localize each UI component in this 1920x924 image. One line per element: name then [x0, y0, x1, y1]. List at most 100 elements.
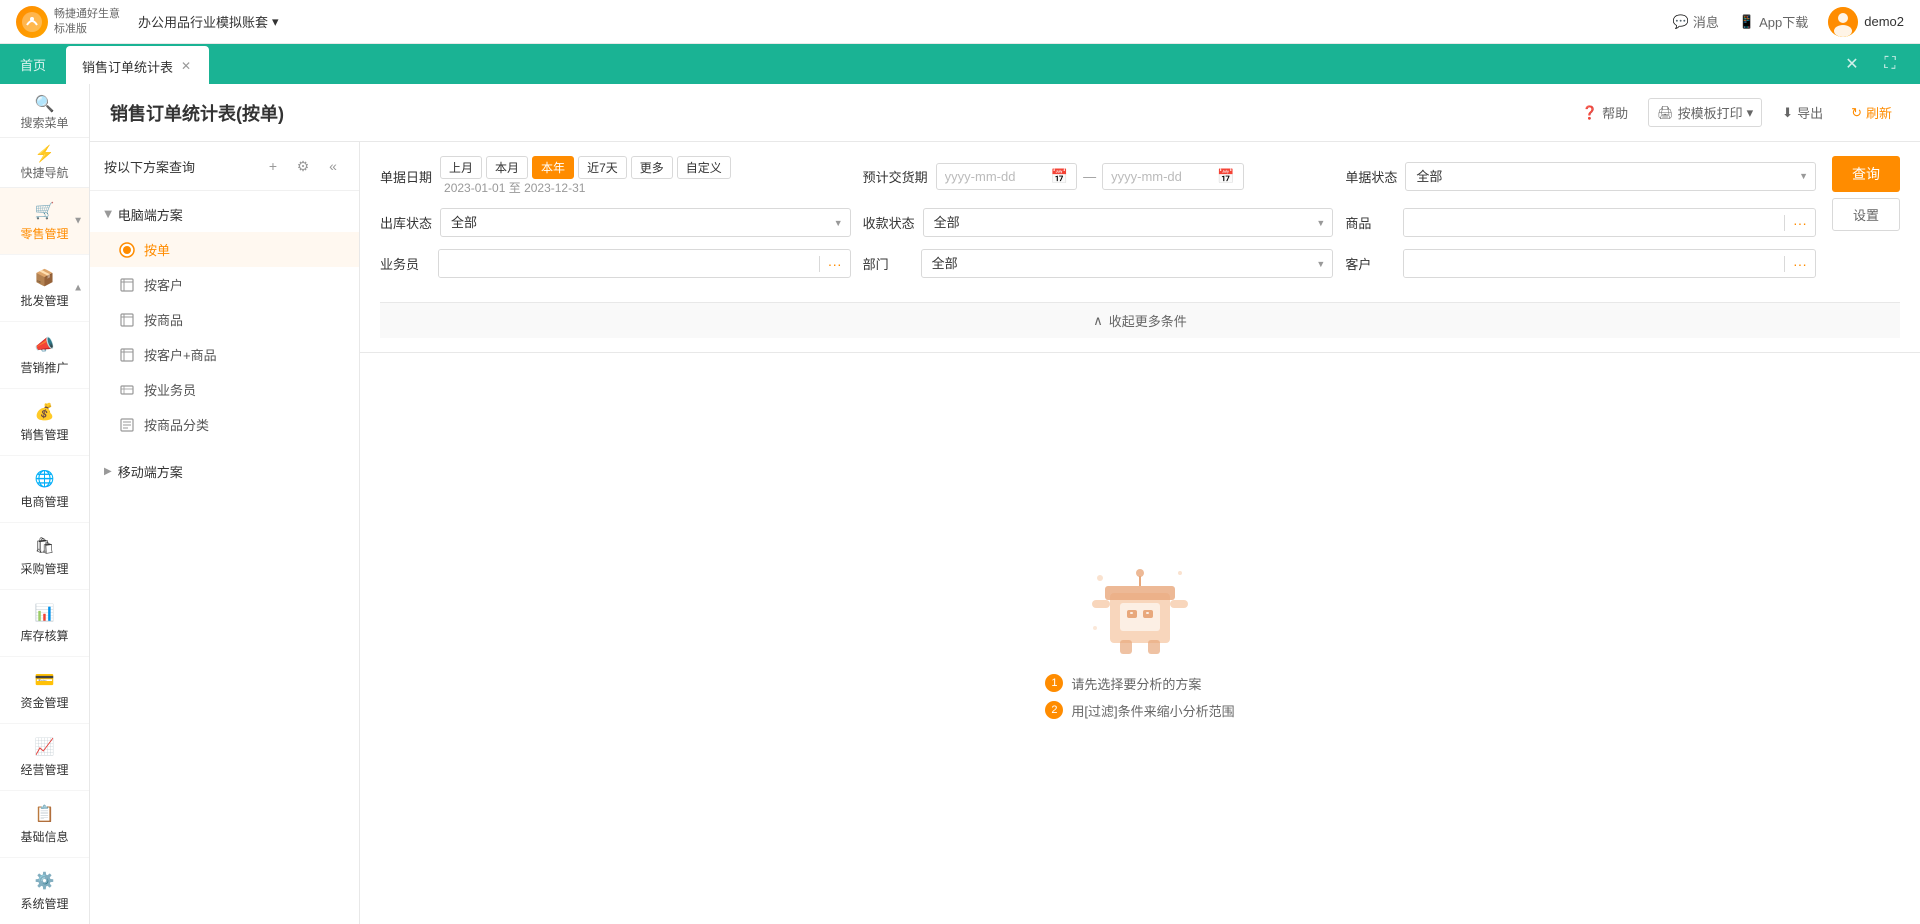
scheme-collapse-btn[interactable]: «: [321, 154, 345, 178]
template-print-btn[interactable]: 🖨 按模板打印 ▾: [1648, 98, 1762, 127]
sidebar-item-operations[interactable]: 📈 经营管理: [0, 724, 89, 791]
retail-arrow: ▼: [73, 216, 83, 227]
dept-control: 全部: [921, 249, 1334, 278]
wholesale-arrow: ▲: [73, 283, 83, 294]
filter-buttons: 查询 设置: [1832, 156, 1900, 231]
filter-row-1: 单据日期 上月 本月 本年 近7天 更多 自定义: [380, 156, 1816, 196]
sidebar-item-marketing[interactable]: 📣 营销推广: [0, 322, 89, 389]
empty-illustration: [1080, 558, 1200, 658]
tab-home[interactable]: 首页: [0, 44, 66, 84]
filter-date-group: 单据日期 上月 本月 本年 近7天 更多 自定义: [380, 156, 851, 196]
tab-maximize-btn[interactable]: ⛶: [1876, 50, 1904, 78]
sidebar-item-inventory[interactable]: 📊 库存核算: [0, 590, 89, 657]
scheme-item-by-order[interactable]: 按单: [90, 232, 359, 267]
date-btn-more[interactable]: 更多: [631, 156, 673, 179]
message-icon: 💬: [1673, 14, 1689, 30]
sidebar-quicknav[interactable]: ⚡ 快捷导航: [0, 138, 89, 188]
customer-label: 客户: [1345, 254, 1395, 273]
calendar-from-icon[interactable]: 📅: [1051, 168, 1068, 185]
status-select-wrapper: 全部 草稿 已审核 已完成: [1405, 162, 1816, 191]
scheme-group-pc: ▶ 电脑端方案 按单: [90, 191, 359, 448]
customer-input[interactable]: [1404, 250, 1784, 277]
export-btn[interactable]: ⬇ 导出: [1774, 99, 1831, 126]
sidebar-item-basic[interactable]: 📋 基础信息: [0, 791, 89, 858]
app-name-dropdown[interactable]: 办公用品行业模拟账套 ▾: [130, 8, 287, 35]
sidebar-item-ecommerce[interactable]: 🌐 电商管理: [0, 456, 89, 523]
product-input[interactable]: [1404, 209, 1784, 236]
inventory-icon: 📊: [34, 602, 56, 624]
wholesale-icon: 📦: [34, 267, 56, 289]
logo-area: 畅捷通好生意 标准版: [16, 6, 120, 38]
salesperson-input[interactable]: [439, 250, 819, 277]
receipt-select[interactable]: 全部: [923, 208, 1334, 237]
finance-icon: 💳: [34, 669, 56, 691]
refresh-btn[interactable]: ↻ 刷新: [1843, 99, 1900, 126]
filter-area: 单据日期 上月 本月 本年 近7天 更多 自定义: [360, 142, 1920, 353]
sidebar-item-retail[interactable]: 🛒 零售管理 ▼: [0, 188, 89, 255]
scheme-group-mobile-arrow: ▶: [104, 466, 112, 477]
product-more-btn[interactable]: ···: [1784, 215, 1815, 231]
help-icon: ❓: [1582, 105, 1598, 121]
message-action[interactable]: 💬 消息: [1673, 12, 1719, 31]
sidebar-item-sales[interactable]: 💰 销售管理: [0, 389, 89, 456]
customer-more-btn[interactable]: ···: [1784, 256, 1815, 272]
sidebar-item-wholesale[interactable]: 📦 批发管理 ▲: [0, 255, 89, 322]
tip-number-2: 2: [1045, 701, 1063, 719]
date-separator: —: [1083, 169, 1096, 184]
date-btn-last-month[interactable]: 上月: [440, 156, 482, 179]
empty-state: 1 请先选择要分析的方案 2 用[过滤]条件来缩小分析范围: [1045, 558, 1234, 720]
receipt-label: 收款状态: [863, 213, 915, 232]
date-btn-this-month[interactable]: 本月: [486, 156, 528, 179]
status-select[interactable]: 全部 草稿 已审核 已完成: [1405, 162, 1816, 191]
category-icon: [118, 416, 136, 434]
salesperson-more-btn[interactable]: ···: [819, 256, 850, 272]
settings-button[interactable]: 设置: [1832, 198, 1900, 231]
customer-control: ···: [1403, 249, 1816, 278]
tab-current[interactable]: 销售订单统计表 ✕: [66, 46, 209, 86]
scheme-settings-btn[interactable]: ⚙: [291, 154, 315, 178]
tab-close-btn[interactable]: ✕: [179, 57, 193, 75]
logo-text: 畅捷通好生意 标准版: [54, 7, 120, 36]
help-btn[interactable]: ❓ 帮助: [1574, 99, 1636, 126]
product-control: ···: [1403, 208, 1816, 237]
collapse-bar[interactable]: ∧ 收起更多条件: [380, 302, 1900, 338]
scheme-item-by-salesperson[interactable]: 按业务员: [90, 372, 359, 407]
sales-icon: 💰: [34, 401, 56, 423]
scheme-item-by-category[interactable]: 按商品分类: [90, 407, 359, 442]
scheme-item-by-product[interactable]: 按商品: [90, 302, 359, 337]
sidebar-item-finance[interactable]: 💳 资金管理: [0, 657, 89, 724]
filter-row-3: 业务员 ··· 部门: [380, 249, 1816, 278]
date-btn-7days[interactable]: 近7天: [578, 156, 627, 179]
content-area: 销售订单统计表(按单) ❓ 帮助 🖨 按模板打印 ▾ ⬇ 导出 ↻ 刷新: [90, 84, 1920, 924]
sidebar-item-system[interactable]: ⚙️ 系统管理: [0, 858, 89, 924]
date-to-input[interactable]: [1111, 164, 1211, 189]
calendar-to-icon[interactable]: 📅: [1217, 168, 1234, 185]
query-button[interactable]: 查询: [1832, 156, 1900, 192]
date-from-input[interactable]: [945, 164, 1045, 189]
scheme-panel: 按以下方案查询 + ⚙ « ▶ 电脑端方案: [90, 142, 360, 924]
operations-icon: 📈: [34, 736, 56, 758]
date-btn-custom[interactable]: 自定义: [677, 156, 731, 179]
scheme-add-btn[interactable]: +: [261, 154, 285, 178]
sidebar: 🔍 搜索菜单 ⚡ 快捷导航 🛒 零售管理 ▼ 📦 批发管理 ▲ 📣 营销推广 💰…: [0, 84, 90, 924]
sidebar-item-purchase[interactable]: 🛍 采购管理: [0, 523, 89, 590]
scheme-item-by-customer[interactable]: 按客户: [90, 267, 359, 302]
scheme-item-by-customer-product[interactable]: 按客户+商品: [90, 337, 359, 372]
scheme-group-pc-header[interactable]: ▶ 电脑端方案: [90, 197, 359, 232]
user-avatar-area[interactable]: demo2: [1828, 7, 1904, 37]
filter-fields-wrapper: 单据日期 上月 本月 本年 近7天 更多 自定义: [380, 156, 1816, 290]
filter-expected-date-group: 预计交货期 📅 —: [863, 163, 1334, 190]
order-icon: [118, 241, 136, 259]
salesperson-label: 业务员: [380, 254, 430, 273]
outbound-select[interactable]: 全部: [440, 208, 851, 237]
panel-layout: 按以下方案查询 + ⚙ « ▶ 电脑端方案: [90, 142, 1920, 924]
sidebar-search[interactable]: 🔍 搜索菜单: [0, 84, 89, 138]
outbound-select-wrapper: 全部: [440, 208, 851, 237]
date-btn-this-year[interactable]: 本年: [532, 156, 574, 179]
tab-minimize-btn[interactable]: ✕: [1838, 50, 1866, 78]
app-download-action[interactable]: 📱 App下载: [1739, 12, 1808, 31]
filter-customer-group: 客户 ···: [1345, 249, 1816, 278]
scheme-group-mobile-header[interactable]: ▶ 移动端方案: [90, 454, 359, 489]
product-icon: [118, 311, 136, 329]
dept-select[interactable]: 全部: [921, 249, 1334, 278]
